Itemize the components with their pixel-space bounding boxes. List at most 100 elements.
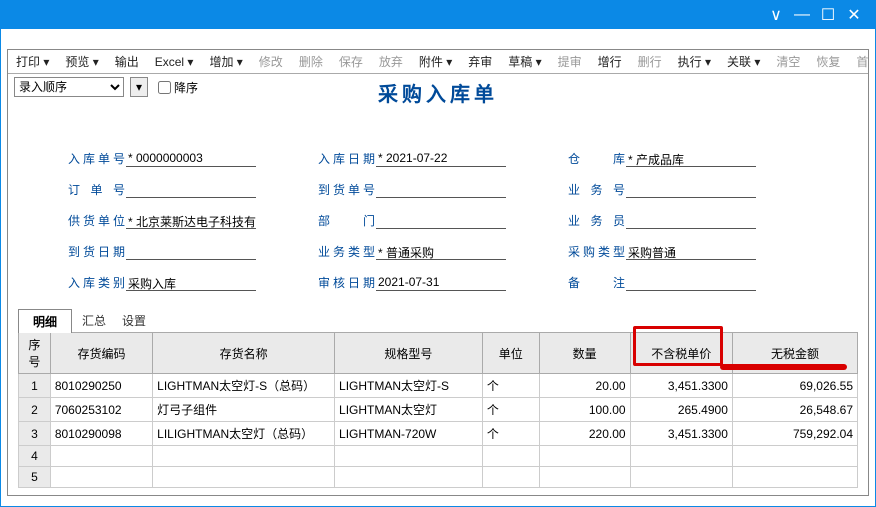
cell-name[interactable]: LILIGHTMAN太空灯（总码） xyxy=(153,422,335,446)
toolbar-预览[interactable]: 预览 ▾ xyxy=(61,51,102,72)
toolbar-弃审[interactable]: 弃审 xyxy=(464,51,496,72)
toolbar-删行: 删行 xyxy=(634,51,666,72)
field-value[interactable]: 采购入库 xyxy=(126,275,256,291)
col-header[interactable]: 序号 xyxy=(19,333,51,374)
field-value[interactable]: 采购普通 xyxy=(626,244,756,260)
cell-idx[interactable]: 5 xyxy=(19,467,51,488)
field-label: 业务类型 xyxy=(318,243,376,260)
cell-code[interactable] xyxy=(50,446,152,467)
field-value[interactable]: 2021-07-31 xyxy=(376,275,506,291)
field-label: 采购类型 xyxy=(568,243,626,260)
field-value[interactable] xyxy=(126,244,256,260)
cell-name[interactable] xyxy=(153,467,335,488)
cell-name[interactable]: 灯弓子组件 xyxy=(153,398,335,422)
titlebar: ∨ — ☐ ✕ xyxy=(1,1,875,29)
field-value[interactable]: * 产成品库 xyxy=(626,151,756,167)
maximize-button[interactable]: ☐ xyxy=(815,5,841,25)
cell-qty[interactable]: 220.00 xyxy=(539,422,630,446)
field-value[interactable]: * 普通采购 xyxy=(376,244,506,260)
toolbar-执行[interactable]: 执行 ▾ xyxy=(674,51,715,72)
detail-grid[interactable]: 序号存货编码存货名称规格型号单位数量不含税单价无税金额 18010290250L… xyxy=(18,332,858,488)
cell-price[interactable] xyxy=(630,446,732,467)
cell-price[interactable]: 265.4900 xyxy=(630,398,732,422)
toolbar-附件[interactable]: 附件 ▾ xyxy=(415,51,456,72)
cell-amt[interactable]: 69,026.55 xyxy=(732,374,857,398)
desc-checkbox[interactable] xyxy=(158,81,171,94)
col-header[interactable]: 存货编码 xyxy=(50,333,152,374)
cell-qty[interactable] xyxy=(539,467,630,488)
tab-settings[interactable]: 设置 xyxy=(114,309,154,332)
col-header[interactable]: 无税金额 xyxy=(732,333,857,374)
cell-spec[interactable] xyxy=(335,446,483,467)
titlebar-dropdown[interactable]: ∨ xyxy=(763,5,789,25)
cell-qty[interactable] xyxy=(539,446,630,467)
minimize-button[interactable]: — xyxy=(789,5,815,25)
cell-qty[interactable]: 100.00 xyxy=(539,398,630,422)
cell-idx[interactable]: 3 xyxy=(19,422,51,446)
app-window: ∨ — ☐ ✕ 打印 ▾预览 ▾输出Excel ▾增加 ▾修改删除保存放弃附件 … xyxy=(0,0,876,507)
cell-price[interactable]: 3,451.3300 xyxy=(630,374,732,398)
sort-select[interactable]: 录入顺序 xyxy=(14,77,124,97)
field-value[interactable] xyxy=(376,213,506,229)
col-header[interactable]: 数量 xyxy=(539,333,630,374)
field-value[interactable]: * 2021-07-22 xyxy=(376,151,506,167)
cell-code[interactable] xyxy=(50,467,152,488)
tab-summary[interactable]: 汇总 xyxy=(74,309,114,332)
table-row[interactable]: 27060253102灯弓子组件LIGHTMAN太空灯个100.00265.49… xyxy=(19,398,858,422)
cell-idx[interactable]: 1 xyxy=(19,374,51,398)
field-value[interactable] xyxy=(626,275,756,291)
field-label: 业 务 号 xyxy=(568,181,626,198)
col-header[interactable]: 存货名称 xyxy=(153,333,335,374)
cell-spec[interactable]: LIGHTMAN太空灯-S xyxy=(335,374,483,398)
field-value[interactable] xyxy=(126,182,256,198)
toolbar-草稿[interactable]: 草稿 ▾ xyxy=(504,51,545,72)
cell-code[interactable]: 8010290250 xyxy=(50,374,152,398)
cell-amt[interactable]: 26,548.67 xyxy=(732,398,857,422)
toolbar-关联[interactable]: 关联 ▾ xyxy=(723,51,764,72)
document-title: 采购入库单 xyxy=(378,78,498,107)
table-row[interactable]: 38010290098LILIGHTMAN太空灯（总码）LIGHTMAN-720… xyxy=(19,422,858,446)
cell-unit[interactable]: 个 xyxy=(482,398,539,422)
cell-spec[interactable] xyxy=(335,467,483,488)
field-value[interactable]: * 0000000003 xyxy=(126,151,256,167)
cell-amt[interactable] xyxy=(732,446,857,467)
toolbar-Excel[interactable]: Excel ▾ xyxy=(151,53,198,71)
cell-amt[interactable] xyxy=(732,467,857,488)
table-row[interactable]: 18010290250LIGHTMAN太空灯-S（总码）LIGHTMAN太空灯-… xyxy=(19,374,858,398)
cell-unit[interactable] xyxy=(482,467,539,488)
col-header[interactable]: 单位 xyxy=(482,333,539,374)
cell-amt[interactable]: 759,292.04 xyxy=(732,422,857,446)
field-value[interactable]: * 北京莱斯达电子科技有 xyxy=(126,213,256,229)
close-button[interactable]: ✕ xyxy=(841,5,867,25)
cell-unit[interactable]: 个 xyxy=(482,422,539,446)
desc-checkbox-label[interactable]: 降序 xyxy=(158,79,198,96)
desc-text: 降序 xyxy=(174,79,198,96)
cell-code[interactable]: 8010290098 xyxy=(50,422,152,446)
cell-unit[interactable] xyxy=(482,446,539,467)
cell-name[interactable]: LIGHTMAN太空灯-S（总码） xyxy=(153,374,335,398)
sort-drop-button[interactable]: ▾ xyxy=(130,77,148,97)
toolbar-增加[interactable]: 增加 ▾ xyxy=(205,51,246,72)
cell-unit[interactable]: 个 xyxy=(482,374,539,398)
cell-code[interactable]: 7060253102 xyxy=(50,398,152,422)
field-value[interactable] xyxy=(376,182,506,198)
col-header[interactable]: 规格型号 xyxy=(335,333,483,374)
cell-idx[interactable]: 2 xyxy=(19,398,51,422)
cell-spec[interactable]: LIGHTMAN-720W xyxy=(335,422,483,446)
field-value[interactable] xyxy=(626,213,756,229)
toolbar-打印[interactable]: 打印 ▾ xyxy=(12,51,53,72)
field-value[interactable] xyxy=(626,182,756,198)
tab-detail[interactable]: 明细 xyxy=(18,309,72,333)
cell-qty[interactable]: 20.00 xyxy=(539,374,630,398)
table-row[interactable]: 4 xyxy=(19,446,858,467)
table-row[interactable]: 5 xyxy=(19,467,858,488)
cell-idx[interactable]: 4 xyxy=(19,446,51,467)
col-header[interactable]: 不含税单价 xyxy=(630,333,732,374)
cell-price[interactable] xyxy=(630,467,732,488)
toolbar-输出[interactable]: 输出 xyxy=(111,51,143,72)
field-label: 入库类别 xyxy=(68,274,126,291)
cell-name[interactable] xyxy=(153,446,335,467)
toolbar-增行[interactable]: 增行 xyxy=(594,51,626,72)
cell-spec[interactable]: LIGHTMAN太空灯 xyxy=(335,398,483,422)
cell-price[interactable]: 3,451.3300 xyxy=(630,422,732,446)
